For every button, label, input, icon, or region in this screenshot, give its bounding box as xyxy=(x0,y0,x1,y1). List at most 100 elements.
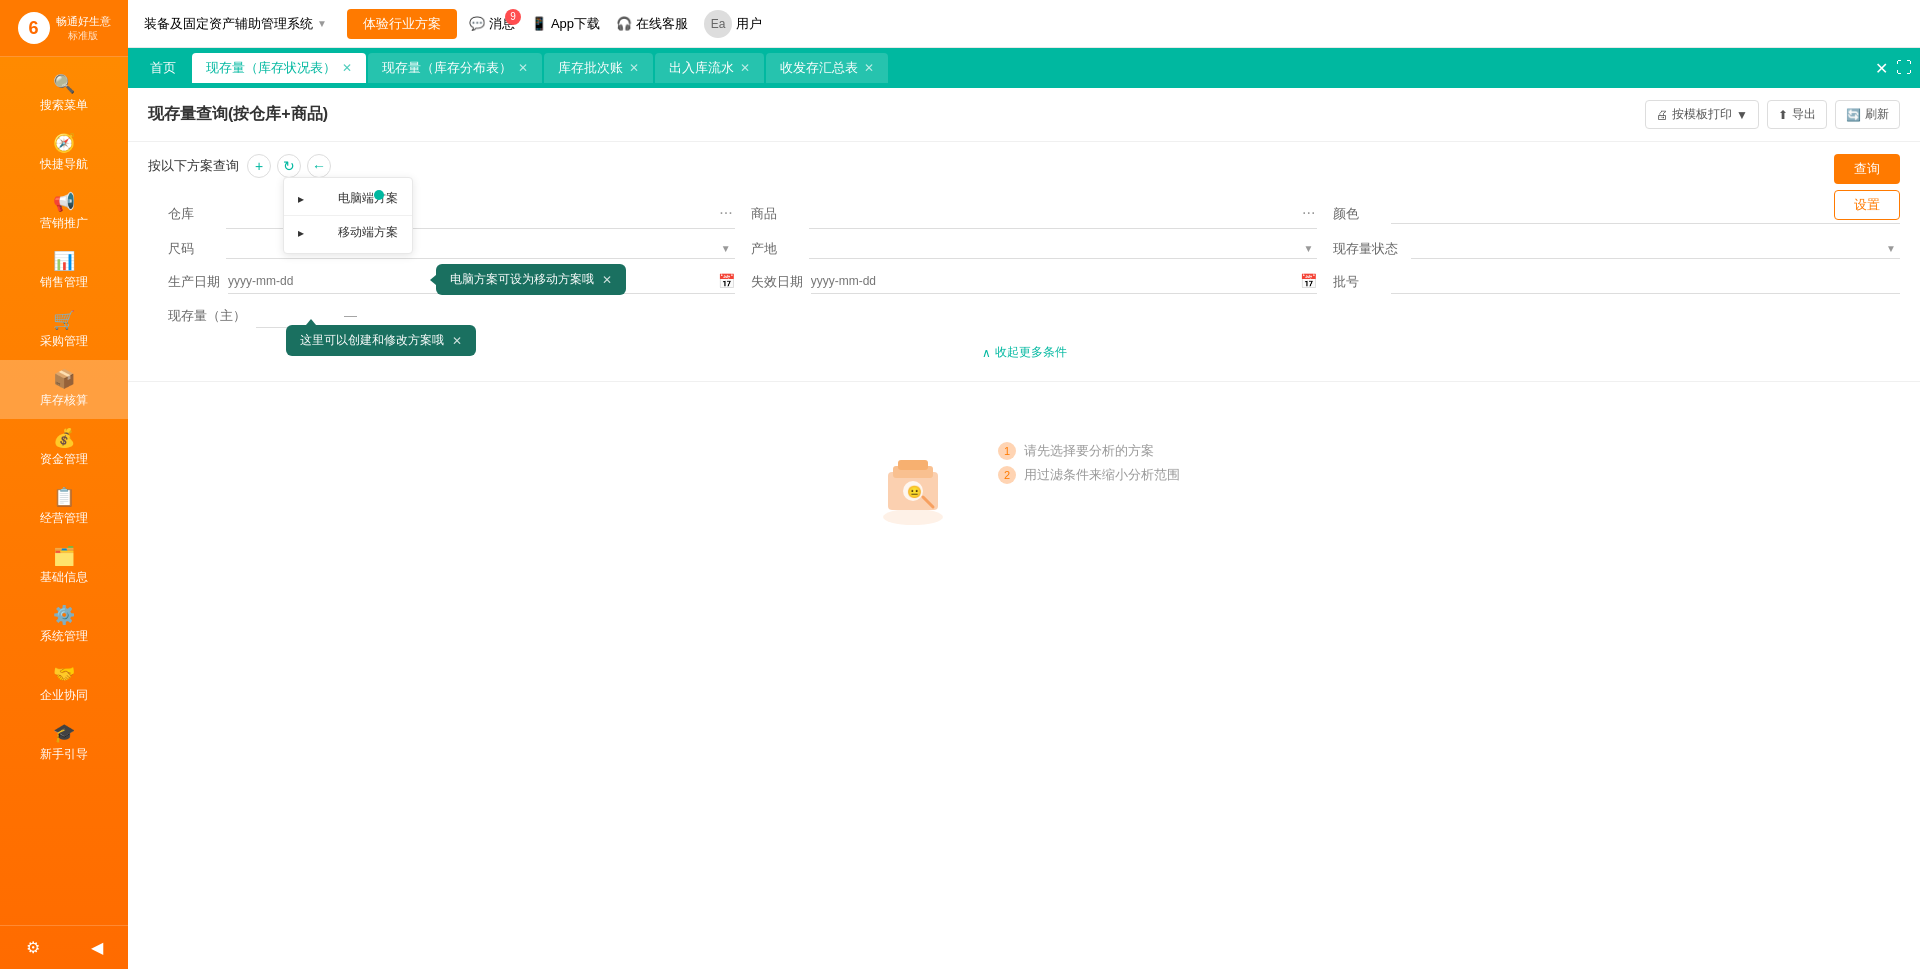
tab-receivable[interactable]: 收发存汇总表 ✕ xyxy=(766,53,888,83)
page-actions: 🖨 按模板打印 ▼ ⬆ 导出 🔄 刷新 xyxy=(1645,100,1900,129)
top-header: 装备及固定资产辅助管理系统 ▼ 体验行业方案 💬 消息 9 📱 App下载 🎧 … xyxy=(128,0,1920,48)
back-scheme-button[interactable]: ← xyxy=(307,154,331,178)
content-inner: 现存量查询(按仓库+商品) 🖨 按模板打印 ▼ ⬆ 导出 🔄 刷新 xyxy=(128,88,1920,969)
tab-inventory-status[interactable]: 现存量（库存状况表） ✕ xyxy=(192,53,366,83)
filter-area: 按以下方案查询 + ↻ ← ▸ 电脑端方案 ▸ xyxy=(128,142,1920,382)
tab-close-batch[interactable]: ✕ xyxy=(629,61,639,75)
avatar: Ea xyxy=(704,10,732,38)
sidebar: 6 畅通好生意 标准版 🔍 搜索菜单 🧭 快捷导航 📢 营销推广 📊 销售管理 … xyxy=(0,0,128,969)
svg-point-0 xyxy=(883,509,943,525)
stock-status-chevron-icon: ▼ xyxy=(1886,243,1896,254)
origin-chevron-icon: ▼ xyxy=(1303,243,1313,254)
edit-tooltip-close[interactable]: ✕ xyxy=(452,334,462,348)
filter-icon-buttons: + ↻ ← xyxy=(247,154,331,178)
page-header: 现存量查询(按仓库+商品) 🖨 按模板打印 ▼ ⬆ 导出 🔄 刷新 xyxy=(128,88,1920,142)
scheme-dropdown-panel: ▸ 电脑端方案 ▸ 移动端方案 xyxy=(283,177,413,254)
tab-inventory-dist[interactable]: 现存量（库存分布表） ✕ xyxy=(368,53,542,83)
message-icon: 💬 xyxy=(469,16,485,31)
page-title: 现存量查询(按仓库+商品) xyxy=(148,104,328,125)
filter-field-batch: 批号 xyxy=(1333,270,1900,294)
sidebar-settings-button[interactable]: ⚙ xyxy=(22,934,44,961)
chevron-down-icon: ▼ xyxy=(317,18,327,29)
filter-field-warehouse: 仓库 ··· xyxy=(168,198,735,229)
fullscreen-button[interactable]: ⛶ xyxy=(1896,59,1912,77)
messages-button[interactable]: 💬 消息 9 xyxy=(469,15,515,33)
empty-tips: 1 请先选择要分析的方案 2 用过滤条件来缩小分析范围 xyxy=(998,442,1180,484)
user-menu[interactable]: Ea 用户 xyxy=(704,10,762,38)
sidebar-item-finance[interactable]: 💰 资金管理 xyxy=(0,419,128,478)
tab-home[interactable]: 首页 xyxy=(136,53,190,83)
app-download-button[interactable]: 📱 App下载 xyxy=(531,15,600,33)
sidebar-collapse-button[interactable]: ◀ xyxy=(87,934,107,961)
query-button[interactable]: 查询 xyxy=(1834,154,1900,184)
sidebar-item-enterprise[interactable]: 🤝 企业协同 xyxy=(0,655,128,714)
filter-field-color: 颜色 ▼ xyxy=(1333,204,1900,224)
online-support-button[interactable]: 🎧 在线客服 xyxy=(616,15,688,33)
base-icon: 🗂️ xyxy=(53,547,75,565)
sidebar-item-system[interactable]: ⚙️ 系统管理 xyxy=(0,596,128,655)
svg-rect-3 xyxy=(898,460,928,470)
empty-tip-2: 2 用过滤条件来缩小分析范围 xyxy=(998,466,1180,484)
finance-icon: 💰 xyxy=(53,429,75,447)
empty-tip-1: 1 请先选择要分析的方案 xyxy=(998,442,1180,460)
sidebar-item-base[interactable]: 🗂️ 基础信息 xyxy=(0,537,128,596)
sidebar-item-purchase[interactable]: 🛒 采购管理 xyxy=(0,301,128,360)
main-area: 装备及固定资产辅助管理系统 ▼ 体验行业方案 💬 消息 9 📱 App下载 🎧 … xyxy=(128,0,1920,969)
sidebar-bottom: ⚙ ◀ xyxy=(0,925,128,969)
sidebar-item-inventory[interactable]: 📦 库存核算 xyxy=(0,360,128,419)
goods-more-icon[interactable]: ··· xyxy=(1300,202,1317,224)
messages-badge: 9 xyxy=(505,9,521,25)
tab-close-inventory-status[interactable]: ✕ xyxy=(342,61,352,75)
refresh-button[interactable]: 🔄 刷新 xyxy=(1835,100,1900,129)
tab-bar: 首页 现存量（库存状况表） ✕ 现存量（库存分布表） ✕ 库存批次账 ✕ 出入库… xyxy=(128,48,1920,88)
scheme-item-desktop[interactable]: ▸ 电脑端方案 xyxy=(284,184,412,213)
filter-row-2: 尺码 ▼ 产地 ▼ xyxy=(168,239,1900,259)
close-all-tabs-button[interactable]: ✕ xyxy=(1875,59,1888,78)
reset-button[interactable]: 设置 xyxy=(1834,190,1900,220)
empty-illustration: 😐 xyxy=(868,442,958,532)
newbie-icon: 🎓 xyxy=(53,724,75,742)
edit-tooltip-bubble: 这里可以创建和修改方案哦 ✕ xyxy=(286,325,476,356)
refresh-scheme-button[interactable]: ↻ xyxy=(277,154,301,178)
tab-close-inventory-dist[interactable]: ✕ xyxy=(518,61,528,75)
system-title-selector[interactable]: 装备及固定资产辅助管理系统 ▼ xyxy=(144,15,327,33)
stock-qty-min-input[interactable] xyxy=(256,308,336,323)
export-icon: ⬆ xyxy=(1778,108,1788,122)
export-button[interactable]: ⬆ 导出 xyxy=(1767,100,1827,129)
expire-date-calendar-icon[interactable]: 📅 xyxy=(1300,273,1317,289)
guide-icon: 🧭 xyxy=(53,134,75,152)
marketing-icon: 📢 xyxy=(53,193,75,211)
sales-icon: 📊 xyxy=(53,252,75,270)
header-actions: 💬 消息 9 📱 App下载 🎧 在线客服 Ea 用户 xyxy=(469,10,762,38)
support-icon: 🎧 xyxy=(616,16,632,31)
sidebar-item-marketing[interactable]: 📢 营销推广 xyxy=(0,183,128,242)
expire-date-start-input[interactable] xyxy=(811,274,1297,288)
sidebar-item-operations[interactable]: 📋 经营管理 xyxy=(0,478,128,537)
sidebar-item-search[interactable]: 🔍 搜索菜单 xyxy=(0,65,128,124)
tab-close-inout[interactable]: ✕ xyxy=(740,61,750,75)
stock-qty-max-input[interactable] xyxy=(365,308,445,323)
print-icon: 🖨 xyxy=(1656,108,1668,122)
scheme-tooltip-close[interactable]: ✕ xyxy=(602,273,612,287)
logo-text: 畅通好生意 标准版 xyxy=(56,14,111,41)
industry-plan-button[interactable]: 体验行业方案 xyxy=(347,9,457,39)
produce-date-calendar-icon[interactable]: 📅 xyxy=(718,273,735,289)
scheme-item-mobile[interactable]: ▸ 移动端方案 xyxy=(284,218,412,247)
collapse-icon: ∧ xyxy=(982,346,991,360)
template-print-button[interactable]: 🖨 按模板打印 ▼ xyxy=(1645,100,1759,129)
tab-close-receivable[interactable]: ✕ xyxy=(864,61,874,75)
filter-field-origin: 产地 ▼ xyxy=(751,239,1318,259)
filter-field-size: 尺码 ▼ xyxy=(168,239,735,259)
sidebar-item-newbie[interactable]: 🎓 新手引导 xyxy=(0,714,128,773)
sidebar-item-sales[interactable]: 📊 销售管理 xyxy=(0,242,128,301)
sidebar-nav: 🔍 搜索菜单 🧭 快捷导航 📢 营销推广 📊 销售管理 🛒 采购管理 📦 库存核… xyxy=(0,57,128,925)
content-area: 现存量查询(按仓库+商品) 🖨 按模板打印 ▼ ⬆ 导出 🔄 刷新 xyxy=(128,88,1920,969)
tab-inout-flow[interactable]: 出入库流水 ✕ xyxy=(655,53,764,83)
tab-batch-account[interactable]: 库存批次账 ✕ xyxy=(544,53,653,83)
add-scheme-button[interactable]: + xyxy=(247,154,271,178)
operations-icon: 📋 xyxy=(53,488,75,506)
warehouse-more-icon[interactable]: ··· xyxy=(717,202,734,224)
sidebar-item-guide[interactable]: 🧭 快捷导航 xyxy=(0,124,128,183)
batch-input[interactable] xyxy=(1391,270,1900,294)
filter-field-goods: 商品 ··· xyxy=(751,198,1318,229)
